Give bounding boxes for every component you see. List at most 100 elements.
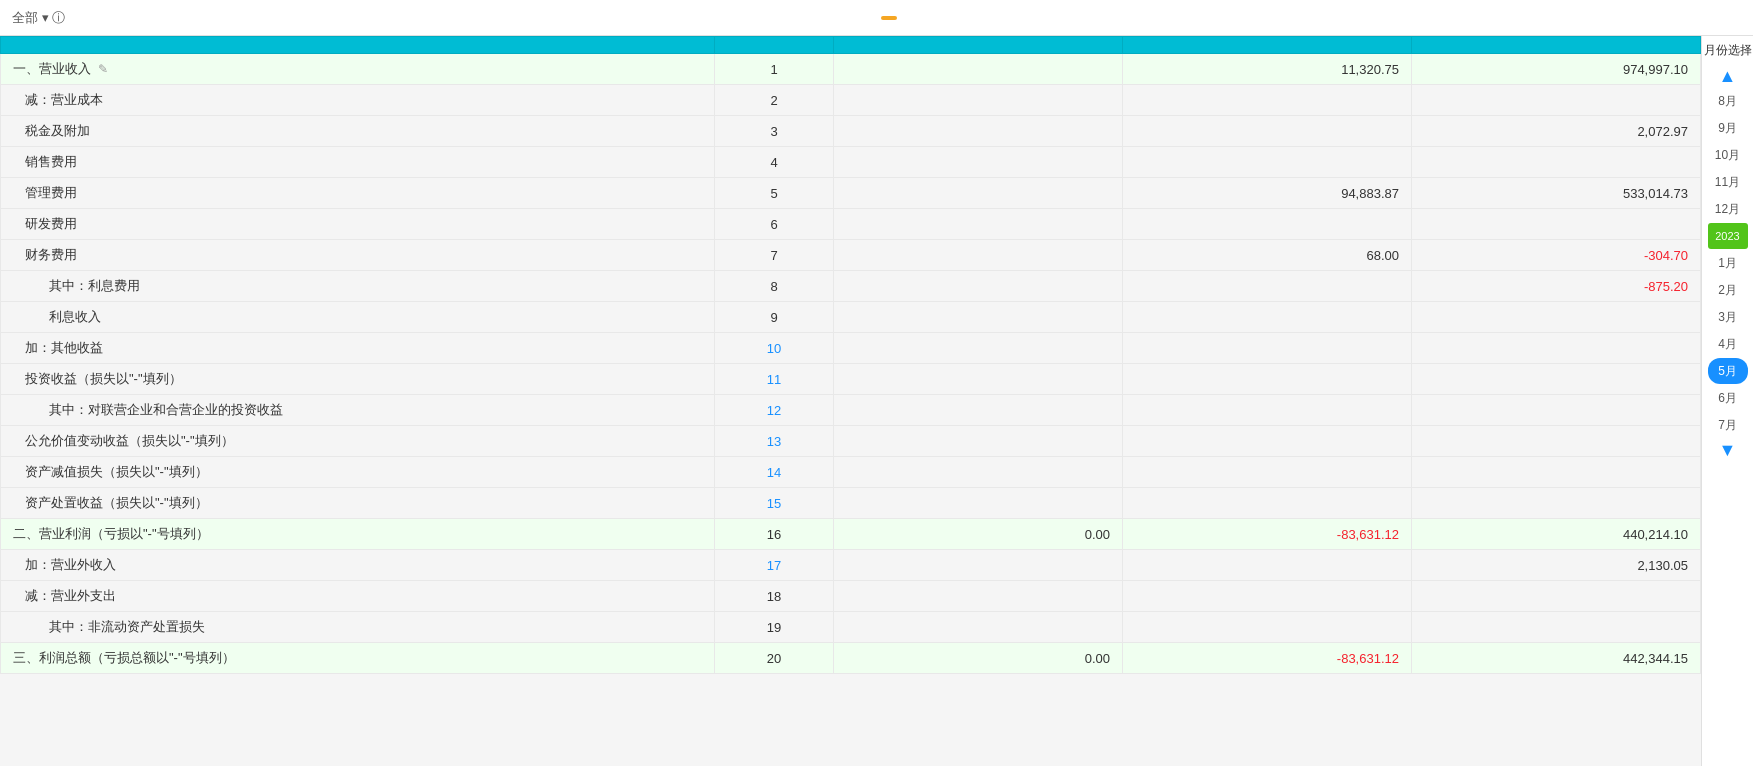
ytd-amount <box>1123 395 1412 426</box>
prev-period-amount <box>1412 581 1701 612</box>
table-row: 其中：对联营企业和合营企业的投资收益12 <box>1 395 1701 426</box>
prev-period-amount <box>1412 147 1701 178</box>
header: 全部 ▾ ⓘ <box>0 0 1753 36</box>
ytd-amount: 11,320.75 <box>1123 54 1412 85</box>
status-badge <box>881 16 897 20</box>
item-name: 财务费用 <box>1 240 715 271</box>
month-amount <box>834 85 1123 116</box>
prev-period-amount: 2,130.05 <box>1412 550 1701 581</box>
ytd-amount <box>1123 85 1412 116</box>
month-amount <box>834 240 1123 271</box>
month-item[interactable]: 9月 <box>1708 115 1748 141</box>
ytd-amount: -83,631.12 <box>1123 643 1412 674</box>
ytd-amount <box>1123 581 1412 612</box>
nav-down-arrow[interactable]: ▼ <box>1717 439 1739 461</box>
table-row: 加：营业外收入17 2,130.05 <box>1 550 1701 581</box>
ytd-amount <box>1123 302 1412 333</box>
item-name: 减：营业成本 <box>1 85 715 116</box>
month-item[interactable]: 8月 <box>1708 88 1748 114</box>
month-amount <box>834 147 1123 178</box>
item-name: 其中：利息费用 <box>1 271 715 302</box>
all-dropdown[interactable]: 全部 ▾ ⓘ <box>12 9 65 27</box>
table-row: 公允价值变动收益（损失以"-"填列）13 <box>1 426 1701 457</box>
table-row: 投资收益（损失以"-"填列）11 <box>1 364 1701 395</box>
prev-period-amount: -875.20 <box>1412 271 1701 302</box>
row-number[interactable]: 10 <box>715 333 834 364</box>
ytd-amount <box>1123 488 1412 519</box>
month-amount <box>834 550 1123 581</box>
item-name: 其中：非流动资产处置损失 <box>1 612 715 643</box>
month-item[interactable]: 11月 <box>1708 169 1748 195</box>
header-left: 全部 ▾ ⓘ <box>12 9 65 27</box>
month-amount <box>834 178 1123 209</box>
row-number: 16 <box>715 519 834 550</box>
month-item[interactable]: 2月 <box>1708 277 1748 303</box>
month-item[interactable]: 6月 <box>1708 385 1748 411</box>
table-row: 二、营业利润（亏损以"-"号填列）160.00-83,631.12440,214… <box>1 519 1701 550</box>
table-row: 资产处置收益（损失以"-"填列）15 <box>1 488 1701 519</box>
month-amount <box>834 271 1123 302</box>
nav-up-arrow[interactable]: ▲ <box>1717 65 1739 87</box>
prev-period-amount <box>1412 426 1701 457</box>
month-amount <box>834 457 1123 488</box>
col-header-row <box>715 37 834 54</box>
row-number[interactable]: 14 <box>715 457 834 488</box>
side-panel-title: 月份选择 <box>1704 42 1752 59</box>
table-row: 资产减值损失（损失以"-"填列）14 <box>1 457 1701 488</box>
month-amount <box>834 488 1123 519</box>
row-number[interactable]: 12 <box>715 395 834 426</box>
row-number[interactable]: 15 <box>715 488 834 519</box>
table-row: 利息收入9 <box>1 302 1701 333</box>
month-amount <box>834 116 1123 147</box>
item-name: 研发费用 <box>1 209 715 240</box>
main-area: 一、营业收入 ✎111,320.75974,997.10减：营业成本2税金及附加… <box>0 36 1753 766</box>
row-number[interactable]: 13 <box>715 426 834 457</box>
col-header-item <box>1 37 715 54</box>
ytd-amount: 68.00 <box>1123 240 1412 271</box>
month-item[interactable]: 4月 <box>1708 331 1748 357</box>
row-number: 18 <box>715 581 834 612</box>
table-row: 其中：利息费用8-875.20 <box>1 271 1701 302</box>
ytd-amount <box>1123 612 1412 643</box>
prev-period-amount: 440,214.10 <box>1412 519 1701 550</box>
month-amount <box>834 333 1123 364</box>
month-item[interactable]: 2023 <box>1708 223 1748 249</box>
item-name: 加：营业外收入 <box>1 550 715 581</box>
ytd-amount: -83,631.12 <box>1123 519 1412 550</box>
prev-period-amount <box>1412 209 1701 240</box>
month-item[interactable]: 12月 <box>1708 196 1748 222</box>
prev-period-amount <box>1412 302 1701 333</box>
month-item[interactable]: 3月 <box>1708 304 1748 330</box>
month-item[interactable]: 7月 <box>1708 412 1748 438</box>
ytd-amount <box>1123 209 1412 240</box>
edit-icon[interactable]: ✎ <box>95 62 108 76</box>
row-number: 3 <box>715 116 834 147</box>
row-number: 5 <box>715 178 834 209</box>
month-amount <box>834 612 1123 643</box>
prev-period-amount: 2,072.97 <box>1412 116 1701 147</box>
table-row: 销售费用4 <box>1 147 1701 178</box>
table-row: 减：营业外支出18 <box>1 581 1701 612</box>
table-container[interactable]: 一、营业收入 ✎111,320.75974,997.10减：营业成本2税金及附加… <box>0 36 1701 766</box>
month-amount <box>834 302 1123 333</box>
row-number[interactable]: 11 <box>715 364 834 395</box>
table-row: 减：营业成本2 <box>1 85 1701 116</box>
ytd-amount <box>1123 333 1412 364</box>
row-number: 19 <box>715 612 834 643</box>
month-item[interactable]: 1月 <box>1708 250 1748 276</box>
table-row: 三、利润总额（亏损总额以"-"号填列）200.00-83,631.12442,3… <box>1 643 1701 674</box>
month-amount <box>834 581 1123 612</box>
month-amount: 0.00 <box>834 643 1123 674</box>
table-row: 一、营业收入 ✎111,320.75974,997.10 <box>1 54 1701 85</box>
side-panel: 月份选择 ▲ 8月9月10月11月12月20231月2月3月4月5月6月7月 ▼ <box>1701 36 1753 766</box>
prev-period-amount <box>1412 457 1701 488</box>
prev-period-amount <box>1412 395 1701 426</box>
month-item[interactable]: 5月 <box>1708 358 1748 384</box>
ytd-amount <box>1123 426 1412 457</box>
month-item[interactable]: 10月 <box>1708 142 1748 168</box>
row-number[interactable]: 17 <box>715 550 834 581</box>
ytd-amount <box>1123 271 1412 302</box>
month-amount <box>834 209 1123 240</box>
item-name: 管理费用 <box>1 178 715 209</box>
prev-period-amount <box>1412 85 1701 116</box>
